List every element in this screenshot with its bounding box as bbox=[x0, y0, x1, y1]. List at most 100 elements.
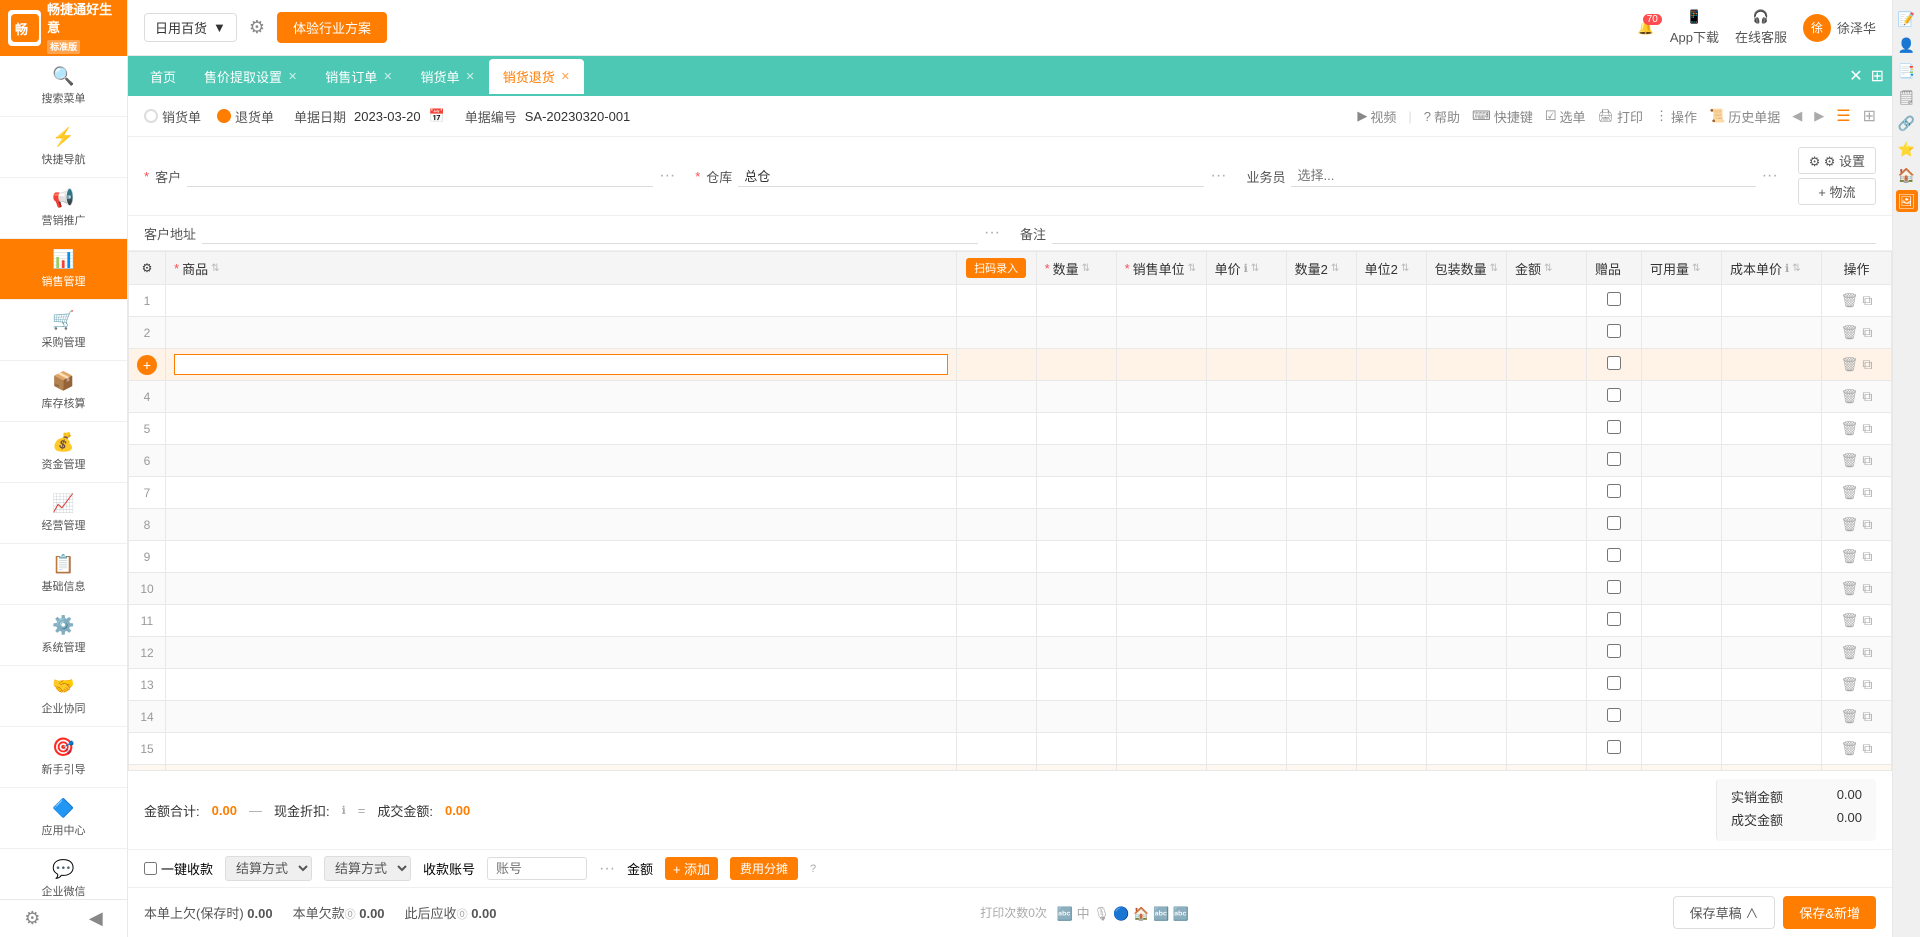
delete-row-icon[interactable]: 🗑 bbox=[1841, 580, 1859, 597]
product-cell[interactable] bbox=[166, 349, 957, 381]
product-cell[interactable] bbox=[166, 477, 957, 509]
gift-checkbox[interactable] bbox=[1607, 676, 1621, 690]
product-cell[interactable] bbox=[166, 285, 957, 317]
video-btn[interactable]: ▶ 视频 bbox=[1357, 107, 1396, 126]
gift-checkbox[interactable] bbox=[1607, 548, 1621, 562]
copy-row-icon[interactable]: ⧉ bbox=[1862, 516, 1872, 533]
sidebar-item-marketing[interactable]: 📢 营销推广 bbox=[0, 178, 127, 239]
delete-row-icon[interactable]: 🗑 bbox=[1841, 676, 1859, 693]
product-cell[interactable] bbox=[166, 317, 957, 349]
sidebar-item-newguide[interactable]: 🎯 新手引导 bbox=[0, 727, 127, 788]
tab-sales-return[interactable]: 销货退货 ✕ bbox=[489, 59, 584, 94]
one-click-payment-checkbox[interactable] bbox=[144, 862, 157, 875]
copy-row-icon[interactable]: ⧉ bbox=[1862, 388, 1872, 405]
product-cell[interactable] bbox=[166, 445, 957, 477]
copy-row-icon[interactable]: ⧉ bbox=[1862, 324, 1872, 341]
note-input[interactable] bbox=[1052, 222, 1876, 244]
industry-select[interactable]: 日用百货 ▼ bbox=[144, 13, 237, 42]
gift-checkbox[interactable] bbox=[1607, 324, 1621, 338]
copy-row-icon[interactable]: ⧉ bbox=[1862, 292, 1872, 309]
delete-row-icon[interactable]: 🗑 bbox=[1841, 292, 1859, 309]
settings-btn[interactable]: ⚙ ⚙ 设置 bbox=[1798, 147, 1876, 174]
product-cell[interactable] bbox=[166, 381, 957, 413]
try-solution-button[interactable]: 体验行业方案 bbox=[277, 12, 387, 43]
customer-input[interactable] bbox=[187, 165, 653, 187]
notification-badge[interactable]: 🔔 70 bbox=[1638, 20, 1654, 36]
tab-sales-return-close[interactable]: ✕ bbox=[561, 70, 570, 83]
settings-icon[interactable]: ⚙ bbox=[249, 17, 265, 38]
gift-checkbox[interactable] bbox=[1607, 420, 1621, 434]
gift-checkbox[interactable] bbox=[1607, 580, 1621, 594]
save-new-button[interactable]: 保存&新增 bbox=[1783, 896, 1876, 929]
gift-checkbox[interactable] bbox=[1607, 740, 1621, 754]
right-panel-icon-4[interactable]: 🗒 bbox=[1896, 86, 1918, 108]
unit-price-sort-icon[interactable]: ⇅ bbox=[1251, 263, 1259, 274]
gift-checkbox[interactable] bbox=[1607, 644, 1621, 658]
feesplit-help-icon[interactable]: ? bbox=[810, 863, 816, 875]
right-panel-icon-7[interactable]: 🏠 bbox=[1896, 164, 1918, 186]
copy-row-icon[interactable]: ⧉ bbox=[1862, 548, 1872, 565]
sidebar-item-search[interactable]: 🔍 搜索菜单 bbox=[0, 56, 127, 117]
delete-row-icon[interactable]: 🗑 bbox=[1841, 356, 1859, 373]
quantity-sort-icon[interactable]: ⇅ bbox=[1082, 263, 1090, 274]
product-cell[interactable] bbox=[166, 669, 957, 701]
return-radio[interactable]: 退货单 bbox=[217, 107, 274, 126]
copy-row-icon[interactable]: ⧉ bbox=[1862, 420, 1872, 437]
amount-sort-icon[interactable]: ⇅ bbox=[1544, 263, 1552, 274]
print-btn[interactable]: 🖨 打印 bbox=[1598, 107, 1644, 126]
sidebar-item-finance[interactable]: 💰 资金管理 bbox=[0, 422, 127, 483]
product-input[interactable] bbox=[174, 354, 948, 375]
copy-row-icon[interactable]: ⧉ bbox=[1862, 356, 1872, 373]
sidebar-item-basic[interactable]: 📋 基础信息 bbox=[0, 544, 127, 605]
available-sort-icon[interactable]: ⇅ bbox=[1692, 263, 1700, 274]
collapse-icon[interactable]: ◀ bbox=[89, 908, 103, 929]
copy-row-icon[interactable]: ⧉ bbox=[1862, 740, 1872, 757]
address-input[interactable] bbox=[202, 222, 978, 244]
tab-sales-delivery[interactable]: 销货单 ✕ bbox=[406, 59, 488, 94]
unit2-sort-icon[interactable]: ⇅ bbox=[1401, 263, 1409, 274]
account-input[interactable] bbox=[487, 857, 587, 880]
unit-price-info-icon[interactable]: ℹ bbox=[1244, 262, 1248, 275]
view-grid-icon[interactable]: ⊞ bbox=[1863, 106, 1876, 126]
app-download-btn[interactable]: 📱 App下载 bbox=[1670, 9, 1719, 46]
product-sort-icon[interactable]: ⇅ bbox=[211, 263, 219, 274]
gift-checkbox[interactable] bbox=[1607, 708, 1621, 722]
gift-checkbox[interactable] bbox=[1607, 484, 1621, 498]
delete-row-icon[interactable]: 🗑 bbox=[1841, 644, 1859, 661]
product-cell[interactable] bbox=[166, 509, 957, 541]
delivery-radio[interactable]: 销货单 bbox=[144, 107, 201, 126]
col-settings[interactable]: ⚙ bbox=[129, 252, 166, 285]
feesplit-button[interactable]: 费用分摊 bbox=[730, 857, 798, 880]
sidebar-item-weixin[interactable]: 💬 企业微信 bbox=[0, 849, 127, 899]
sidebar-item-sales[interactable]: 📊 销售管理 bbox=[0, 239, 127, 300]
right-panel-icon-6[interactable]: ⭐ bbox=[1896, 138, 1918, 160]
help-btn[interactable]: ? 帮助 bbox=[1424, 107, 1460, 126]
nav-next-icon[interactable]: ▶ bbox=[1814, 108, 1824, 124]
scan-button[interactable]: 扫码录入 bbox=[966, 258, 1026, 278]
sales-unit-sort-icon[interactable]: ⇅ bbox=[1188, 263, 1196, 274]
tab-home[interactable]: 首页 bbox=[136, 59, 190, 94]
product-cell[interactable] bbox=[166, 573, 957, 605]
copy-row-icon[interactable]: ⧉ bbox=[1862, 708, 1872, 725]
delete-row-icon[interactable]: 🗑 bbox=[1841, 420, 1859, 437]
product-cell[interactable] bbox=[166, 413, 957, 445]
copy-row-icon[interactable]: ⧉ bbox=[1862, 644, 1872, 661]
add-payment-button[interactable]: + 添加 bbox=[665, 857, 718, 880]
gift-checkbox[interactable] bbox=[1607, 388, 1621, 402]
close-tab-icon[interactable]: ✕ bbox=[1849, 66, 1862, 86]
delete-row-icon[interactable]: 🗑 bbox=[1841, 708, 1859, 725]
delete-row-icon[interactable]: 🗑 bbox=[1841, 740, 1859, 757]
tab-sales-delivery-close[interactable]: ✕ bbox=[466, 70, 475, 83]
delete-row-icon[interactable]: 🗑 bbox=[1841, 548, 1859, 565]
product-cell[interactable] bbox=[166, 541, 957, 573]
gift-checkbox[interactable] bbox=[1607, 356, 1621, 370]
salesperson-input[interactable] bbox=[1291, 165, 1755, 187]
customer-picker-icon[interactable]: ··· bbox=[659, 167, 675, 185]
sidebar-item-system[interactable]: ⚙️ 系统管理 bbox=[0, 605, 127, 666]
right-panel-icon-5[interactable]: 🔗 bbox=[1896, 112, 1918, 134]
delete-row-icon[interactable]: 🗑 bbox=[1841, 612, 1859, 629]
warehouse-input[interactable] bbox=[738, 165, 1204, 187]
tab-sales-order-close[interactable]: ✕ bbox=[383, 70, 392, 83]
copy-row-icon[interactable]: ⧉ bbox=[1862, 580, 1872, 597]
select-btn[interactable]: ☑ 选单 bbox=[1545, 107, 1586, 126]
